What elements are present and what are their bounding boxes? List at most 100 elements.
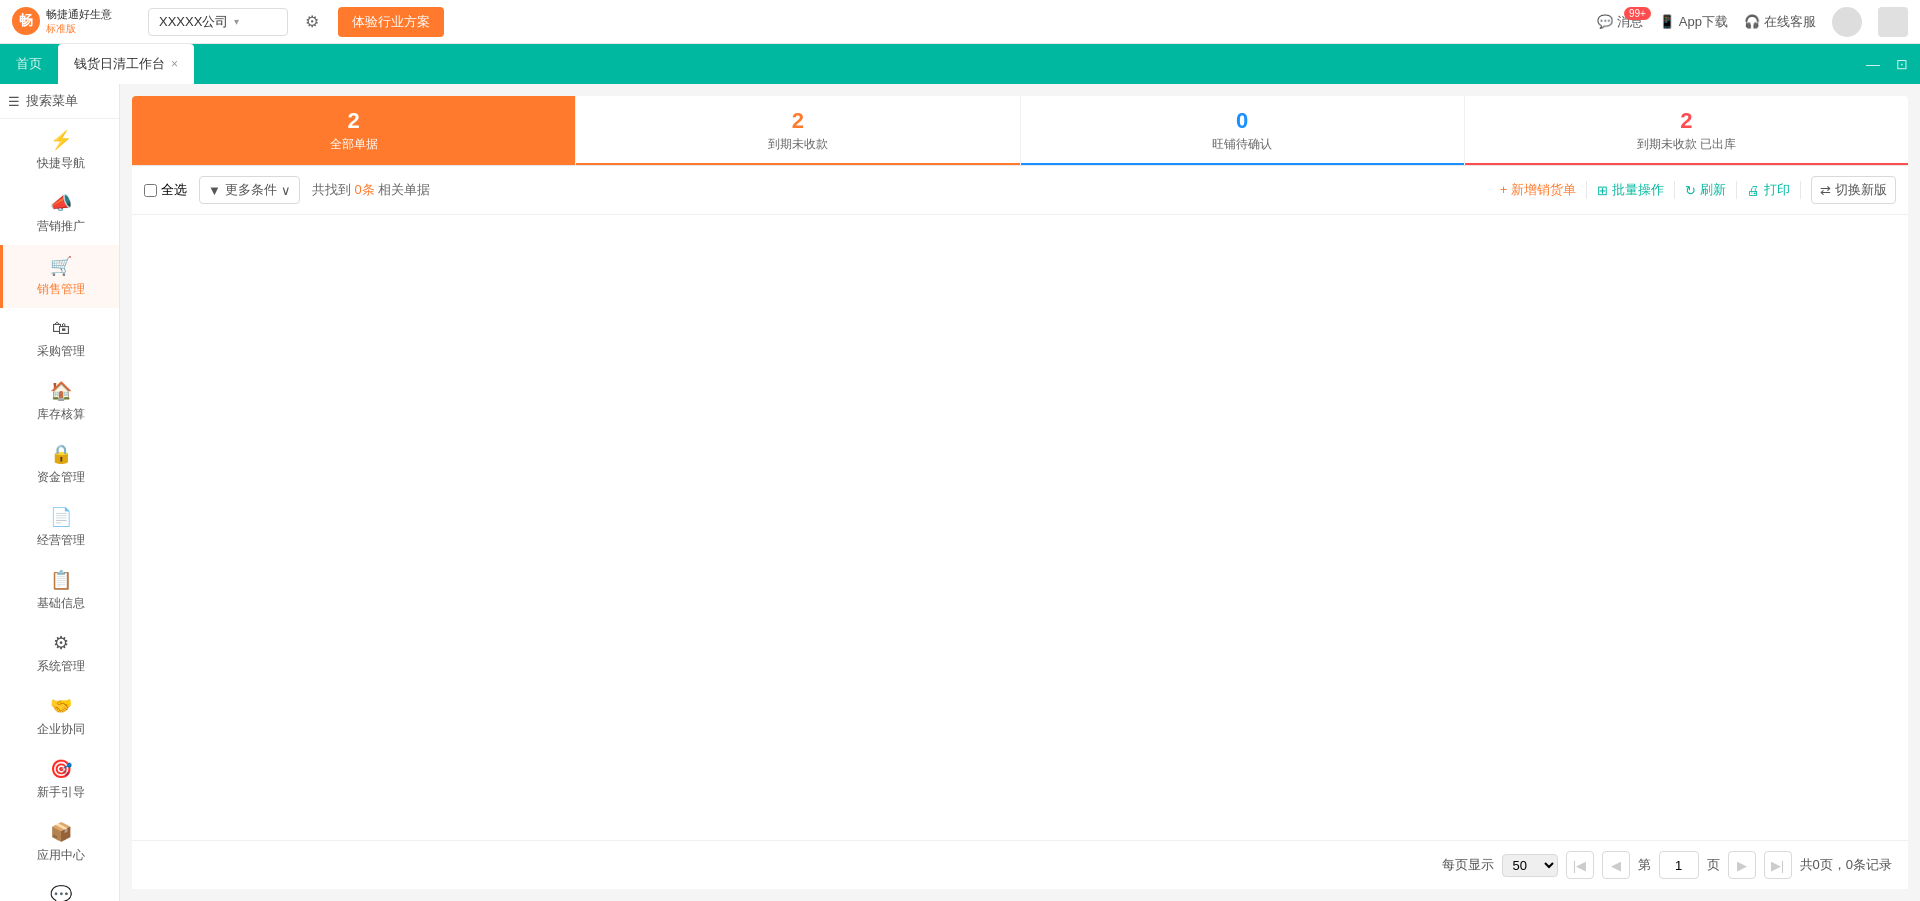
sidebar-item-quick-nav[interactable]: ⚡ 快捷导航 (0, 119, 119, 182)
lightning-icon: ⚡ (50, 129, 72, 151)
company-selector[interactable]: XXXXX公司 ▾ (148, 8, 288, 36)
tab-minimize-btn[interactable]: — (1862, 52, 1884, 76)
print-button[interactable]: 🖨 打印 (1747, 181, 1790, 199)
divider-1 (1586, 181, 1587, 199)
found-text: 共找到 0条 相关单据 (312, 181, 430, 199)
first-page-btn[interactable]: |◀ (1566, 851, 1594, 879)
message-badge: 99+ (1624, 7, 1651, 20)
tab-maximize-btn[interactable]: ⊡ (1892, 52, 1912, 76)
switch-version-button[interactable]: ⇄ 切换新版 (1811, 176, 1896, 204)
sidebar-label-quick-nav: 快捷导航 (37, 155, 85, 172)
stat-out-label: 到期未收款 已出库 (1637, 136, 1736, 153)
app-download-label: App下载 (1679, 13, 1728, 31)
sidebar-label-cooperation: 企业协同 (37, 721, 85, 738)
stat-tab-pending[interactable]: 0 旺铺待确认 (1021, 96, 1465, 165)
stat-tab-all[interactable]: 2 全部单据 (132, 96, 576, 165)
sidebar-item-marketing[interactable]: 📣 营销推广 (0, 182, 119, 245)
logo-badge: 标准版 (46, 22, 112, 36)
page-input[interactable] (1659, 851, 1699, 879)
print-icon: 🖨 (1747, 183, 1760, 198)
sidebar-item-cooperation[interactable]: 🤝 企业协同 (0, 685, 119, 748)
sidebar-label-sales: 销售管理 (37, 281, 85, 298)
sidebar-item-basic-info[interactable]: 📋 基础信息 (0, 559, 119, 622)
company-name: XXXXX公司 (159, 13, 228, 31)
logo-icon: 畅 (12, 7, 40, 35)
content-area: 2 全部单据 2 到期未收款 0 旺铺待确认 2 到期未收款 已出库 (120, 84, 1920, 901)
chevron-down-icon: ▾ (234, 16, 239, 27)
tab-close-icon[interactable]: × (171, 57, 178, 71)
sidebar: ☰ 搜索菜单 ⚡ 快捷导航 📣 营销推广 🛒 销售管理 🛍 采购管理 🏠 库存核… (0, 84, 120, 901)
select-all-checkbox[interactable]: 全选 (144, 181, 187, 199)
experience-button[interactable]: 体验行业方案 (338, 7, 444, 37)
message-icon: 💬 (1597, 14, 1613, 29)
select-all-input[interactable] (144, 184, 157, 197)
megaphone-icon: 📣 (50, 192, 72, 214)
sidebar-label-purchase: 采购管理 (37, 343, 85, 360)
sidebar-item-guide[interactable]: 🎯 新手引导 (0, 748, 119, 811)
batch-icon: ⊞ (1597, 183, 1608, 198)
sidebar-item-system[interactable]: ⚙ 系统管理 (0, 622, 119, 685)
message-button[interactable]: 💬 消息 99+ (1597, 13, 1643, 31)
settings-icon[interactable]: ⚙ (296, 6, 328, 38)
sidebar-label-marketing: 营销推广 (37, 218, 85, 235)
tab-home[interactable]: 首页 (0, 44, 58, 84)
filter-icon: ▼ (208, 183, 221, 198)
lock-icon: 🔒 (50, 443, 72, 465)
tab-underline-pending (1021, 163, 1464, 165)
divider-4 (1800, 181, 1801, 199)
user-name-area[interactable] (1878, 7, 1908, 37)
warehouse-icon: 🏠 (50, 380, 72, 402)
avatar[interactable] (1832, 7, 1862, 37)
sidebar-label-inventory: 库存核算 (37, 406, 85, 423)
sidebar-item-sales[interactable]: 🛒 销售管理 (0, 245, 119, 308)
batch-operation-button[interactable]: ⊞ 批量操作 (1597, 181, 1664, 199)
sidebar-item-wechat[interactable]: 💬 企业微信 (0, 874, 119, 901)
app-icon: 📦 (50, 821, 72, 843)
sidebar-item-inventory[interactable]: 🏠 库存核算 (0, 370, 119, 433)
page-label-end: 页 (1707, 856, 1720, 874)
refresh-button[interactable]: ↻ 刷新 (1685, 181, 1726, 199)
stats-tabs: 2 全部单据 2 到期未收款 0 旺铺待确认 2 到期未收款 已出库 (132, 96, 1908, 166)
stat-pending-label: 旺铺待确认 (1212, 136, 1272, 153)
shop-icon: 🛒 (50, 255, 72, 277)
download-icon: 📱 (1659, 14, 1675, 29)
online-service-label: 在线客服 (1764, 13, 1816, 31)
sidebar-label-system: 系统管理 (37, 658, 85, 675)
stat-overdue-label: 到期未收款 (768, 136, 828, 153)
search-menu-button[interactable]: ☰ 搜索菜单 (0, 84, 119, 119)
per-page-label: 每页显示 (1442, 856, 1494, 874)
app-download-button[interactable]: 📱 App下载 (1659, 13, 1728, 31)
stat-out-number: 2 (1680, 108, 1692, 134)
table-area (132, 215, 1908, 840)
per-page-select[interactable]: 50 100 200 (1502, 854, 1558, 877)
more-filters-button[interactable]: ▼ 更多条件 ∨ (199, 176, 300, 204)
prev-page-btn[interactable]: ◀ (1602, 851, 1630, 879)
stat-all-number: 2 (348, 108, 360, 134)
online-service-button[interactable]: 🎧 在线客服 (1744, 13, 1816, 31)
logo-text: 畅捷通好生意 (46, 7, 112, 21)
pagination: 每页显示 50 100 200 |◀ ◀ 第 页 ▶ ▶| 共0页，0条记录 (132, 840, 1908, 889)
stat-tab-out[interactable]: 2 到期未收款 已出库 (1465, 96, 1908, 165)
found-count: 0条 (355, 182, 375, 197)
tab-actions: — ⊡ (1862, 52, 1920, 76)
next-page-btn[interactable]: ▶ (1728, 851, 1756, 879)
sidebar-item-app-center[interactable]: 📦 应用中心 (0, 811, 119, 874)
toolbar: 全选 ▼ 更多条件 ∨ 共找到 0条 相关单据 + 新增销货单 ⊞ 批量操作 (132, 166, 1908, 215)
toolbar-right: + 新增销货单 ⊞ 批量操作 ↻ 刷新 🖨 打印 ⇄ (1500, 176, 1896, 204)
headset-icon: 🎧 (1744, 14, 1760, 29)
sidebar-label-basic-info: 基础信息 (37, 595, 85, 612)
tab-underline-out (1465, 163, 1908, 165)
sidebar-item-purchase[interactable]: 🛍 采购管理 (0, 308, 119, 370)
sidebar-label-operation: 经营管理 (37, 532, 85, 549)
add-sales-order-button[interactable]: + 新增销货单 (1500, 181, 1576, 199)
sidebar-item-operation[interactable]: 📄 经营管理 (0, 496, 119, 559)
stat-pending-number: 0 (1236, 108, 1248, 134)
tab-underline-overdue (576, 163, 1019, 165)
last-page-btn[interactable]: ▶| (1764, 851, 1792, 879)
sidebar-item-finance[interactable]: 🔒 资金管理 (0, 433, 119, 496)
stat-tab-overdue[interactable]: 2 到期未收款 (576, 96, 1020, 165)
page-label: 第 (1638, 856, 1651, 874)
sidebar-label-app-center: 应用中心 (37, 847, 85, 864)
tab-workbench[interactable]: 钱货日清工作台 × (58, 44, 194, 84)
sidebar-label-guide: 新手引导 (37, 784, 85, 801)
